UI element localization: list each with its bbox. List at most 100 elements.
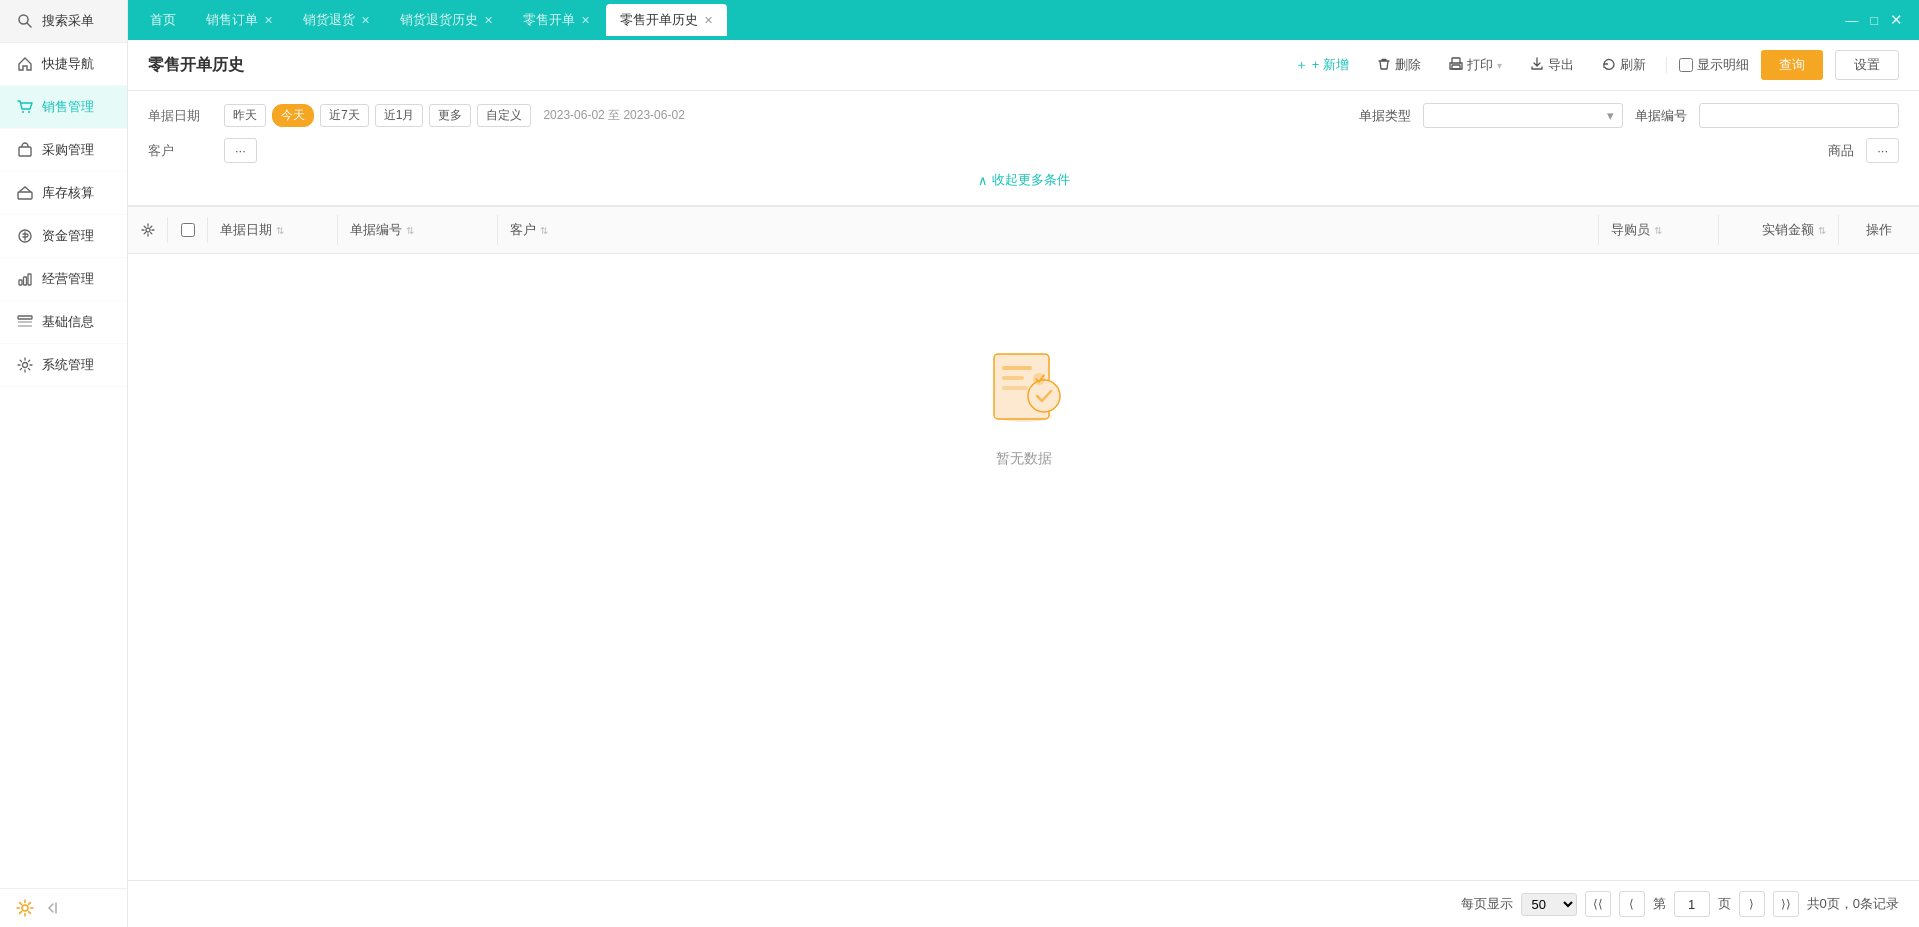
main-content: 首页 销售订单 ✕ 销货退货 ✕ 销货退货历史 ✕ 零售开单 ✕ 零售开单历史 … xyxy=(128,0,1919,927)
page-text-end: 页 xyxy=(1718,895,1731,913)
sidebar-item-kuaijie[interactable]: 快捷导航 xyxy=(0,43,127,86)
print-button[interactable]: 打印 ▾ xyxy=(1441,52,1510,78)
customer-input[interactable]: ··· xyxy=(224,138,257,163)
sidebar-item-label: 库存核算 xyxy=(42,184,94,202)
bill-type-label: 单据类型 xyxy=(1359,107,1411,125)
sidebar-item-label: 资金管理 xyxy=(42,227,94,245)
show-detail-toggle[interactable]: 显示明细 xyxy=(1679,56,1749,74)
filter-date-buttons: 昨天 今天 近7天 近1月 更多 自定义 2023-06-02 至 2023-0… xyxy=(224,104,685,127)
print-icon xyxy=(1449,57,1463,74)
date-btn-custom[interactable]: 自定义 xyxy=(477,104,531,127)
setting-button[interactable]: 设置 xyxy=(1835,50,1899,80)
date-btn-7days[interactable]: 近7天 xyxy=(320,104,369,127)
goods-input[interactable]: ··· xyxy=(1866,138,1899,163)
date-btn-1month[interactable]: 近1月 xyxy=(375,104,424,127)
window-close[interactable]: ✕ xyxy=(1890,11,1903,29)
info-icon xyxy=(16,313,34,331)
print-chevron-icon: ▾ xyxy=(1497,60,1502,71)
svg-point-3 xyxy=(28,111,30,113)
delete-button[interactable]: 删除 xyxy=(1369,52,1429,78)
sidebar-item-xitong[interactable]: 系统管理 xyxy=(0,344,127,387)
tab-close-sale-order[interactable]: ✕ xyxy=(264,14,273,27)
th-amount[interactable]: 实销金额 ⇅ xyxy=(1719,215,1839,245)
table-area: 单据日期 ⇅ 单据编号 ⇅ 客户 ⇅ 导购员 ⇅ 实销金额 ⇅ 操作 xyxy=(128,206,1919,880)
sidebar-search[interactable]: 搜索采单 xyxy=(0,0,127,43)
sidebar-item-xiaoshou[interactable]: 销售管理 xyxy=(0,86,127,129)
date-btn-today[interactable]: 今天 xyxy=(272,104,314,127)
home-icon xyxy=(16,55,34,73)
th-checkbox[interactable] xyxy=(168,217,208,243)
svg-rect-7 xyxy=(19,280,22,285)
tab-retail-open[interactable]: 零售开单 ✕ xyxy=(509,4,604,36)
date-btn-more[interactable]: 更多 xyxy=(429,104,471,127)
select-all-checkbox[interactable] xyxy=(181,223,195,237)
window-minimize[interactable]: — xyxy=(1845,13,1858,28)
sidebar-item-jingying[interactable]: 经营管理 xyxy=(0,258,127,301)
amount-sort-icon: ⇅ xyxy=(1818,225,1826,236)
search-label: 搜索采单 xyxy=(42,12,94,30)
sidebar-item-zijin[interactable]: 资金管理 xyxy=(0,215,127,258)
th-guide[interactable]: 导购员 ⇅ xyxy=(1599,215,1719,245)
next-page-btn[interactable]: ⟩ xyxy=(1739,891,1765,917)
tab-close-sale-return[interactable]: ✕ xyxy=(361,14,370,27)
tab-sale-return[interactable]: 销货退货 ✕ xyxy=(289,4,384,36)
prev-page-btn[interactable]: ⟨ xyxy=(1619,891,1645,917)
bill-no-input[interactable] xyxy=(1699,103,1899,128)
tab-retail-open-history[interactable]: 零售开单历史 ✕ xyxy=(606,4,727,36)
date-sort-icon: ⇅ xyxy=(276,225,284,236)
per-page-select[interactable]: 50 20 100 xyxy=(1521,893,1577,916)
tab-sale-order[interactable]: 销售订单 ✕ xyxy=(192,4,287,36)
svg-rect-11 xyxy=(18,321,32,323)
tab-sale-return-history[interactable]: 销货退货历史 ✕ xyxy=(386,4,507,36)
warehouse-icon xyxy=(16,184,34,202)
tab-bar-right: — □ ✕ xyxy=(1845,11,1911,29)
collapse-up-icon: ∧ xyxy=(978,173,988,188)
collapse-button[interactable]: ∧ 收起更多条件 xyxy=(974,167,1074,193)
svg-rect-12 xyxy=(18,325,32,327)
sidebar-item-jichu[interactable]: 基础信息 xyxy=(0,301,127,344)
tab-close-sale-return-history[interactable]: ✕ xyxy=(484,14,493,27)
bill-type-select[interactable]: ▾ xyxy=(1423,103,1623,128)
svg-point-2 xyxy=(22,111,24,113)
sidebar-item-kucun[interactable]: 库存核算 xyxy=(0,172,127,215)
total-text: 共0页，0条记录 xyxy=(1807,895,1899,913)
filter-row-1: 单据日期 昨天 今天 近7天 近1月 更多 自定义 2023-06-02 至 2… xyxy=(148,103,1899,128)
svg-rect-22 xyxy=(1002,376,1024,380)
first-page-btn[interactable]: ⟨⟨ xyxy=(1585,891,1611,917)
show-detail-checkbox[interactable] xyxy=(1679,58,1693,72)
th-date[interactable]: 单据日期 ⇅ xyxy=(208,215,338,245)
date-btn-yesterday[interactable]: 昨天 xyxy=(224,104,266,127)
svg-rect-9 xyxy=(28,274,31,285)
add-button[interactable]: ＋ + 新增 xyxy=(1287,52,1357,78)
guide-sort-icon: ⇅ xyxy=(1654,225,1662,236)
add-icon: ＋ xyxy=(1295,56,1308,74)
search-icon xyxy=(16,12,34,30)
th-bill-no[interactable]: 单据编号 ⇅ xyxy=(338,215,498,245)
export-icon xyxy=(1530,57,1544,74)
svg-point-14 xyxy=(22,905,28,911)
tab-bar: 首页 销售订单 ✕ 销货退货 ✕ 销货退货历史 ✕ 零售开单 ✕ 零售开单历史 … xyxy=(128,0,1919,40)
sidebar: 搜索采单 快捷导航 销售管理 采购管理 xyxy=(0,0,128,927)
empty-text: 暂无数据 xyxy=(996,450,1052,468)
th-customer[interactable]: 客户 ⇅ xyxy=(498,215,1599,245)
customer-filter-label: 客户 xyxy=(148,142,208,160)
tab-home[interactable]: 首页 xyxy=(136,11,190,29)
collapse-sidebar-icon[interactable] xyxy=(42,899,60,917)
sidebar-item-label: 经营管理 xyxy=(42,270,94,288)
th-action: 操作 xyxy=(1839,215,1919,245)
th-settings[interactable] xyxy=(128,217,168,243)
tab-close-retail-open-history[interactable]: ✕ xyxy=(704,14,713,27)
window-restore[interactable]: □ xyxy=(1870,13,1878,28)
date-filter-label: 单据日期 xyxy=(148,107,208,125)
settings-bottom-icon[interactable] xyxy=(16,899,34,917)
sidebar-item-caigou[interactable]: 采购管理 xyxy=(0,129,127,172)
sidebar-item-label: 销售管理 xyxy=(42,98,94,116)
refresh-button[interactable]: 刷新 xyxy=(1594,52,1654,78)
svg-rect-21 xyxy=(1002,366,1032,370)
per-page-label: 每页显示 xyxy=(1461,895,1513,913)
tab-close-retail-open[interactable]: ✕ xyxy=(581,14,590,27)
query-button[interactable]: 查询 xyxy=(1761,50,1823,80)
last-page-btn[interactable]: ⟩⟩ xyxy=(1773,891,1799,917)
export-button[interactable]: 导出 xyxy=(1522,52,1582,78)
page-number-input[interactable] xyxy=(1674,891,1710,917)
